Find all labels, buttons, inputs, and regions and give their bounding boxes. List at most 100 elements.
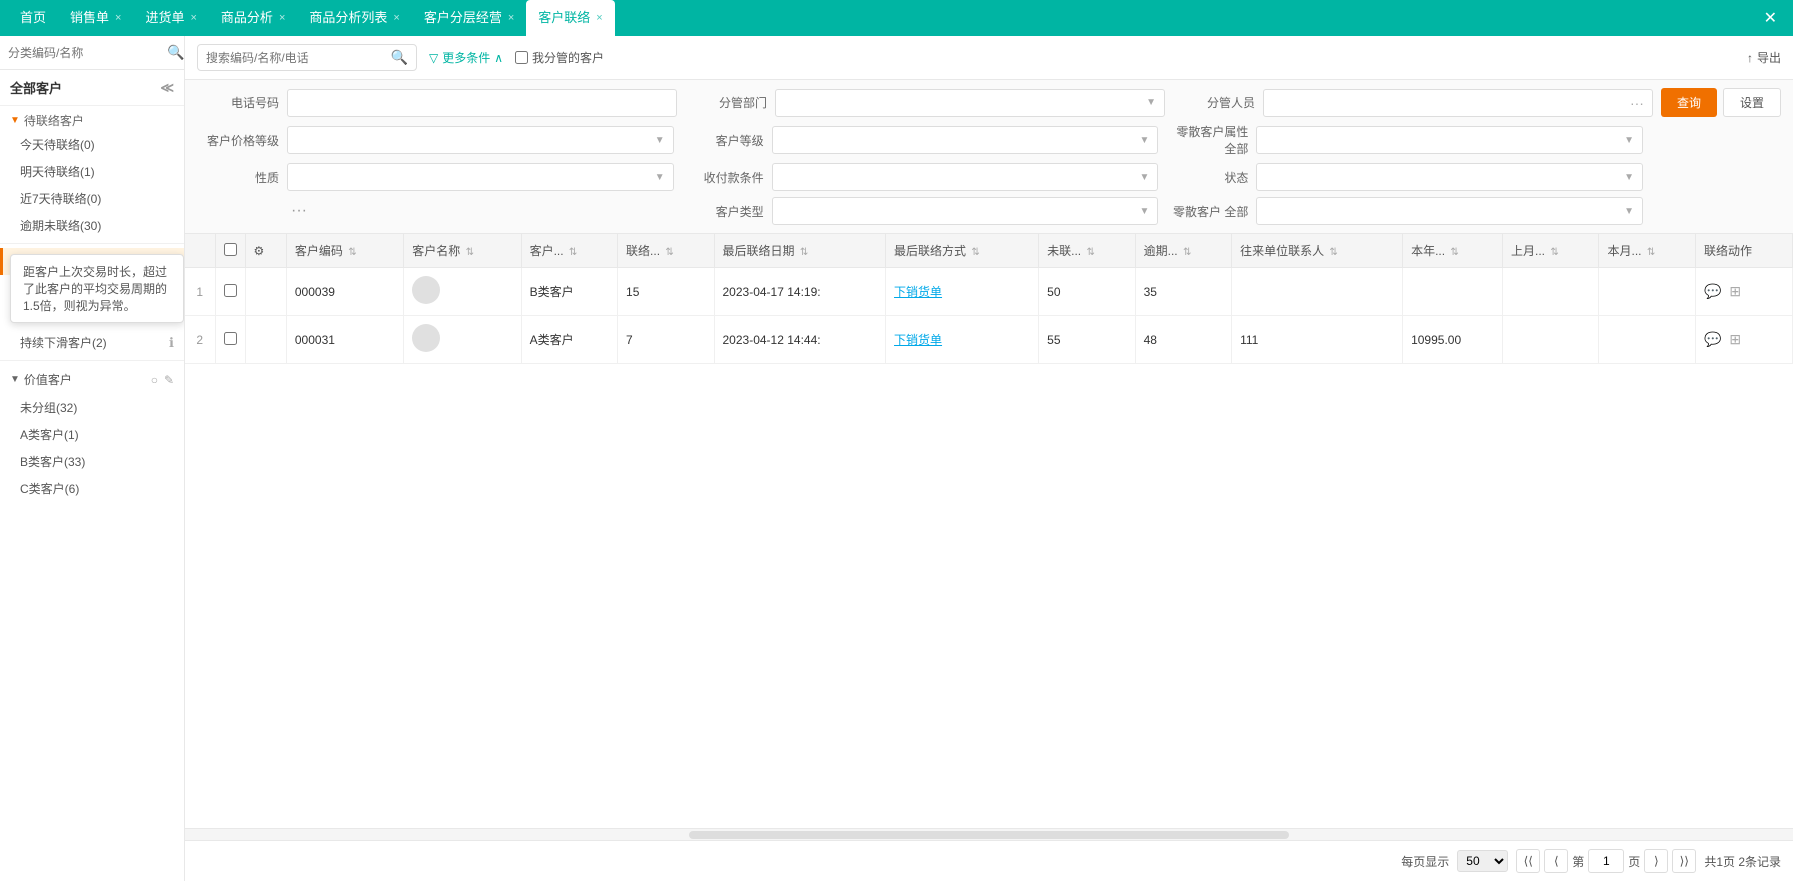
value-customers-circle-icon[interactable]: ○ — [151, 373, 158, 387]
per-page-select[interactable]: 50 20 100 — [1457, 850, 1508, 872]
link-sales-order-1[interactable]: 下销货单 — [894, 285, 942, 299]
row-code-2: 000031 — [286, 316, 403, 364]
first-page-button[interactable]: ⟨⟨ — [1516, 849, 1540, 873]
my-customers-label: 我分管的客户 — [532, 49, 604, 66]
row-way-1[interactable]: 下销货单 — [886, 268, 1039, 316]
sort-icon-code[interactable]: ⇅ — [348, 247, 356, 258]
row-last-month-2 — [1503, 316, 1599, 364]
sidebar-collapse-icon[interactable]: ≪ — [160, 80, 174, 96]
sort-icon-way[interactable]: ⇅ — [971, 247, 979, 258]
sort-icon-date[interactable]: ⇅ — [800, 247, 808, 258]
phone-input[interactable] — [287, 89, 677, 117]
close-icon[interactable]: × — [508, 0, 514, 36]
customer-level-select[interactable]: ▼ — [772, 126, 1159, 154]
window-close-button[interactable]: ✕ — [1756, 8, 1785, 28]
horizontal-scrollbar[interactable] — [185, 828, 1793, 840]
sidebar-group-value-customers[interactable]: ▼ 价值客户 ○ ✎ — [0, 365, 184, 394]
chat-icon-1[interactable]: 💬 — [1704, 283, 1721, 300]
sidebar: 🔍 全部客户 ≪ ▼ 待联络客户 今天待联络(0) 明天待联络(1) 近7天待联… — [0, 36, 185, 881]
sidebar-item-class-c[interactable]: C类客户(6) — [0, 475, 184, 502]
sidebar-group-pending[interactable]: ▼ 待联络客户 — [0, 106, 184, 131]
last-page-button[interactable]: ⟩⟩ — [1672, 849, 1696, 873]
status-select[interactable]: ▼ — [1256, 163, 1643, 191]
nav-item-customer-contact[interactable]: 客户联络 × — [526, 0, 614, 36]
my-customers-checkbox[interactable] — [515, 51, 528, 64]
avatar-2 — [412, 324, 440, 352]
close-icon[interactable]: × — [115, 0, 121, 36]
chat-icon-2[interactable]: 💬 — [1704, 331, 1721, 348]
chevron-down-icon: ∧ — [494, 51, 503, 65]
sidebar-search-input[interactable] — [8, 46, 163, 60]
nav-item-sales[interactable]: 销售单 × — [58, 0, 133, 36]
sort-icon-last-month[interactable]: ⇅ — [1550, 247, 1558, 258]
ellipsis-button[interactable]: ··· — [287, 202, 311, 220]
advanced-filters: 电话号码 分管部门 ▼ 分管人员 ··· — [185, 80, 1793, 234]
sort-icon-this-month[interactable]: ⇅ — [1647, 247, 1655, 258]
nav-item-home[interactable]: 首页 — [8, 0, 58, 36]
value-customers-edit-icon[interactable]: ✎ — [164, 373, 174, 387]
row-date-2: 2023-04-12 14:44: — [714, 316, 886, 364]
sort-icon-overdue[interactable]: ⇅ — [1183, 247, 1191, 258]
query-button[interactable]: 查询 — [1661, 88, 1717, 117]
search-icon[interactable]: 🔍 — [391, 49, 408, 66]
row-way-2[interactable]: 下销货单 — [886, 316, 1039, 364]
nav-item-analysis[interactable]: 商品分析 × — [209, 0, 297, 36]
nature-select[interactable]: ▼ — [287, 163, 674, 191]
col-settings[interactable]: ⚙ — [245, 234, 286, 268]
close-icon[interactable]: × — [279, 0, 285, 36]
search-input[interactable] — [206, 51, 385, 65]
retail-label: 零散客户 全部 — [1166, 203, 1256, 220]
sort-icon-uncontact[interactable]: ⇅ — [1086, 247, 1094, 258]
filter-field-payment: 收付款条件 ▼ — [682, 163, 1159, 191]
filter-field-retail-attr: 零散客户属性 全部 ▼ — [1166, 123, 1643, 157]
row-checkbox-1[interactable] — [215, 268, 245, 316]
sidebar-item-7day-pending[interactable]: 近7天待联络(0) — [0, 185, 184, 212]
close-icon[interactable]: × — [190, 0, 196, 36]
scroll-thumb[interactable] — [689, 831, 1289, 839]
page-navigation: ⟨⟨ ⟨ 第 页 ⟩ ⟩⟩ — [1516, 849, 1696, 873]
more-conditions-button[interactable]: ▽ 更多条件 ∧ — [429, 49, 503, 66]
retail-select[interactable]: ▼ — [1256, 197, 1643, 225]
price-level-select[interactable]: ▼ — [287, 126, 674, 154]
sort-icon-year[interactable]: ⇅ — [1450, 247, 1458, 258]
retail-attr-select[interactable]: ▼ — [1256, 126, 1643, 154]
person-select[interactable]: ··· — [1263, 89, 1653, 117]
nav-item-purchase[interactable]: 进货单 × — [133, 0, 208, 36]
close-icon-active[interactable]: × — [596, 0, 602, 36]
nav-item-customer-segment[interactable]: 客户分层经营 × — [412, 0, 526, 36]
sidebar-item-ungrouped[interactable]: 未分组(32) — [0, 394, 184, 421]
payment-select[interactable]: ▼ — [772, 163, 1159, 191]
sort-icon-type[interactable]: ⇅ — [569, 247, 577, 258]
my-customers-checkbox-label[interactable]: 我分管的客户 — [515, 49, 604, 66]
sidebar-item-today-pending[interactable]: 今天待联络(0) — [0, 131, 184, 158]
grid-icon-1[interactable]: ⊞ — [1729, 283, 1741, 300]
select-all-checkbox[interactable] — [224, 243, 237, 256]
nav-item-analysis-list[interactable]: 商品分析列表 × — [297, 0, 411, 36]
sort-icon-company[interactable]: ⇅ — [1329, 247, 1337, 258]
sidebar-item-declining[interactable]: 持续下滑客户(2) ℹ — [0, 329, 184, 356]
row-last-month-1 — [1503, 268, 1599, 316]
row-checkbox-2[interactable] — [215, 316, 245, 364]
sidebar-search-icon[interactable]: 🔍 — [167, 44, 184, 61]
info-icon-4: ℹ — [169, 335, 174, 351]
nav-label-customer-segment: 客户分层经营 — [424, 0, 502, 36]
sort-icon-name[interactable]: ⇅ — [466, 247, 474, 258]
sidebar-item-class-a[interactable]: A类客户(1) — [0, 421, 184, 448]
content-area: 🔍 ▽ 更多条件 ∧ 我分管的客户 ↑ 导出 电话号码 — [185, 36, 1793, 881]
close-icon[interactable]: × — [393, 0, 399, 36]
sidebar-item-tomorrow-pending[interactable]: 明天待联络(1) — [0, 158, 184, 185]
next-page-button[interactable]: ⟩ — [1644, 849, 1668, 873]
customer-type-select[interactable]: ▼ — [772, 197, 1159, 225]
sidebar-item-overdue-pending[interactable]: 逾期未联络(30) — [0, 212, 184, 239]
export-button[interactable]: ↑ 导出 — [1747, 49, 1781, 66]
link-sales-order-2[interactable]: 下销货单 — [894, 333, 942, 347]
prev-page-button[interactable]: ⟨ — [1544, 849, 1568, 873]
sort-icon-contact[interactable]: ⇅ — [665, 247, 673, 258]
dept-select[interactable]: ▼ — [775, 89, 1165, 117]
page-input[interactable] — [1588, 849, 1624, 873]
col-last-contact-way: 最后联络方式 ⇅ — [886, 234, 1039, 268]
grid-icon-2[interactable]: ⊞ — [1729, 331, 1741, 348]
col-checkbox[interactable] — [215, 234, 245, 268]
sidebar-item-class-b[interactable]: B类客户(33) — [0, 448, 184, 475]
setting-button[interactable]: 设置 — [1723, 88, 1781, 117]
